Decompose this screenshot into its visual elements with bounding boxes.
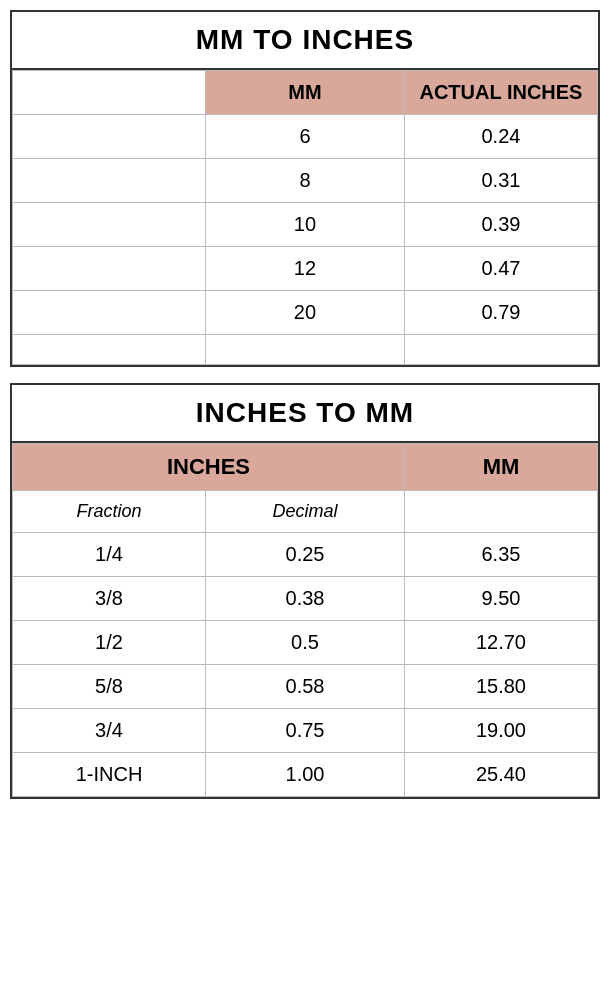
fraction-value: 3/4	[13, 709, 206, 753]
inches-value: 0.39	[404, 203, 597, 247]
mm-value: 20	[206, 291, 405, 335]
inches-to-mm-table-wrapper: INCHES MM Fraction Decimal 1/4 0.25 6.35…	[10, 443, 600, 799]
inches-value: 0.24	[404, 115, 597, 159]
mm-value: 6	[206, 115, 405, 159]
sub-header-decimal: Decimal	[206, 491, 405, 533]
decimal-value: 0.5	[206, 621, 405, 665]
table-row: 6 0.24	[13, 115, 598, 159]
sub-header-mm	[404, 491, 597, 533]
mm-value: 10	[206, 203, 405, 247]
inches-to-mm-title: INCHES TO MM	[10, 383, 600, 443]
table-row: 12 0.47	[13, 247, 598, 291]
mm-value: 25.40	[404, 753, 597, 797]
table-row: 20 0.79	[13, 291, 598, 335]
mm-value: 9.50	[404, 577, 597, 621]
empty-cell	[13, 291, 206, 335]
decimal-value: 1.00	[206, 753, 405, 797]
decimal-value: 0.58	[206, 665, 405, 709]
mm-value: 6.35	[404, 533, 597, 577]
fraction-value: 1/4	[13, 533, 206, 577]
fraction-value: 1-INCH	[13, 753, 206, 797]
table-row: 3/8 0.38 9.50	[13, 577, 598, 621]
mm-to-inches-table-wrapper: MM ACTUAL INCHES 6 0.24 8 0.31 10 0.39 1…	[10, 70, 600, 367]
inches-value: 0.31	[404, 159, 597, 203]
table-row: 1/2 0.5 12.70	[13, 621, 598, 665]
table-row: 1-INCH 1.00 25.40	[13, 753, 598, 797]
decimal-value: 0.25	[206, 533, 405, 577]
mm-header-row: MM ACTUAL INCHES	[13, 71, 598, 115]
mm-header-col2: MM	[206, 71, 405, 115]
conversion-container: MM TO INCHES MM ACTUAL INCHES 6 0.24 8 0…	[10, 10, 600, 799]
mm-to-inches-table: MM ACTUAL INCHES 6 0.24 8 0.31 10 0.39 1…	[12, 70, 598, 365]
mm-value: 12	[206, 247, 405, 291]
mm-to-inches-title: MM TO INCHES	[10, 10, 600, 70]
mm-value: 19.00	[404, 709, 597, 753]
inches-to-mm-table: INCHES MM Fraction Decimal 1/4 0.25 6.35…	[12, 443, 598, 797]
mm-value: 15.80	[404, 665, 597, 709]
fraction-value: 5/8	[13, 665, 206, 709]
inches-sub-header-row: Fraction Decimal	[13, 491, 598, 533]
inches-header-col-mm: MM	[404, 444, 597, 491]
decimal-value: 0.75	[206, 709, 405, 753]
empty-cell	[13, 247, 206, 291]
decimal-value: 0.38	[206, 577, 405, 621]
inches-header-col1: INCHES	[13, 444, 405, 491]
mm-header-col1	[13, 71, 206, 115]
mm-value: 8	[206, 159, 405, 203]
empty-cell	[13, 159, 206, 203]
empty-cell	[13, 115, 206, 159]
table-row: 5/8 0.58 15.80	[13, 665, 598, 709]
empty-cell	[13, 203, 206, 247]
table-row: 8 0.31	[13, 159, 598, 203]
mm-value: 12.70	[404, 621, 597, 665]
table-row: 3/4 0.75 19.00	[13, 709, 598, 753]
inches-value: 0.79	[404, 291, 597, 335]
fraction-value: 3/8	[13, 577, 206, 621]
mm-header-col3: ACTUAL INCHES	[404, 71, 597, 115]
inches-main-header-row: INCHES MM	[13, 444, 598, 491]
table-row: 10 0.39	[13, 203, 598, 247]
fraction-value: 1/2	[13, 621, 206, 665]
inches-value: 0.47	[404, 247, 597, 291]
sub-header-fraction: Fraction	[13, 491, 206, 533]
empty-row	[13, 335, 598, 365]
table-row: 1/4 0.25 6.35	[13, 533, 598, 577]
